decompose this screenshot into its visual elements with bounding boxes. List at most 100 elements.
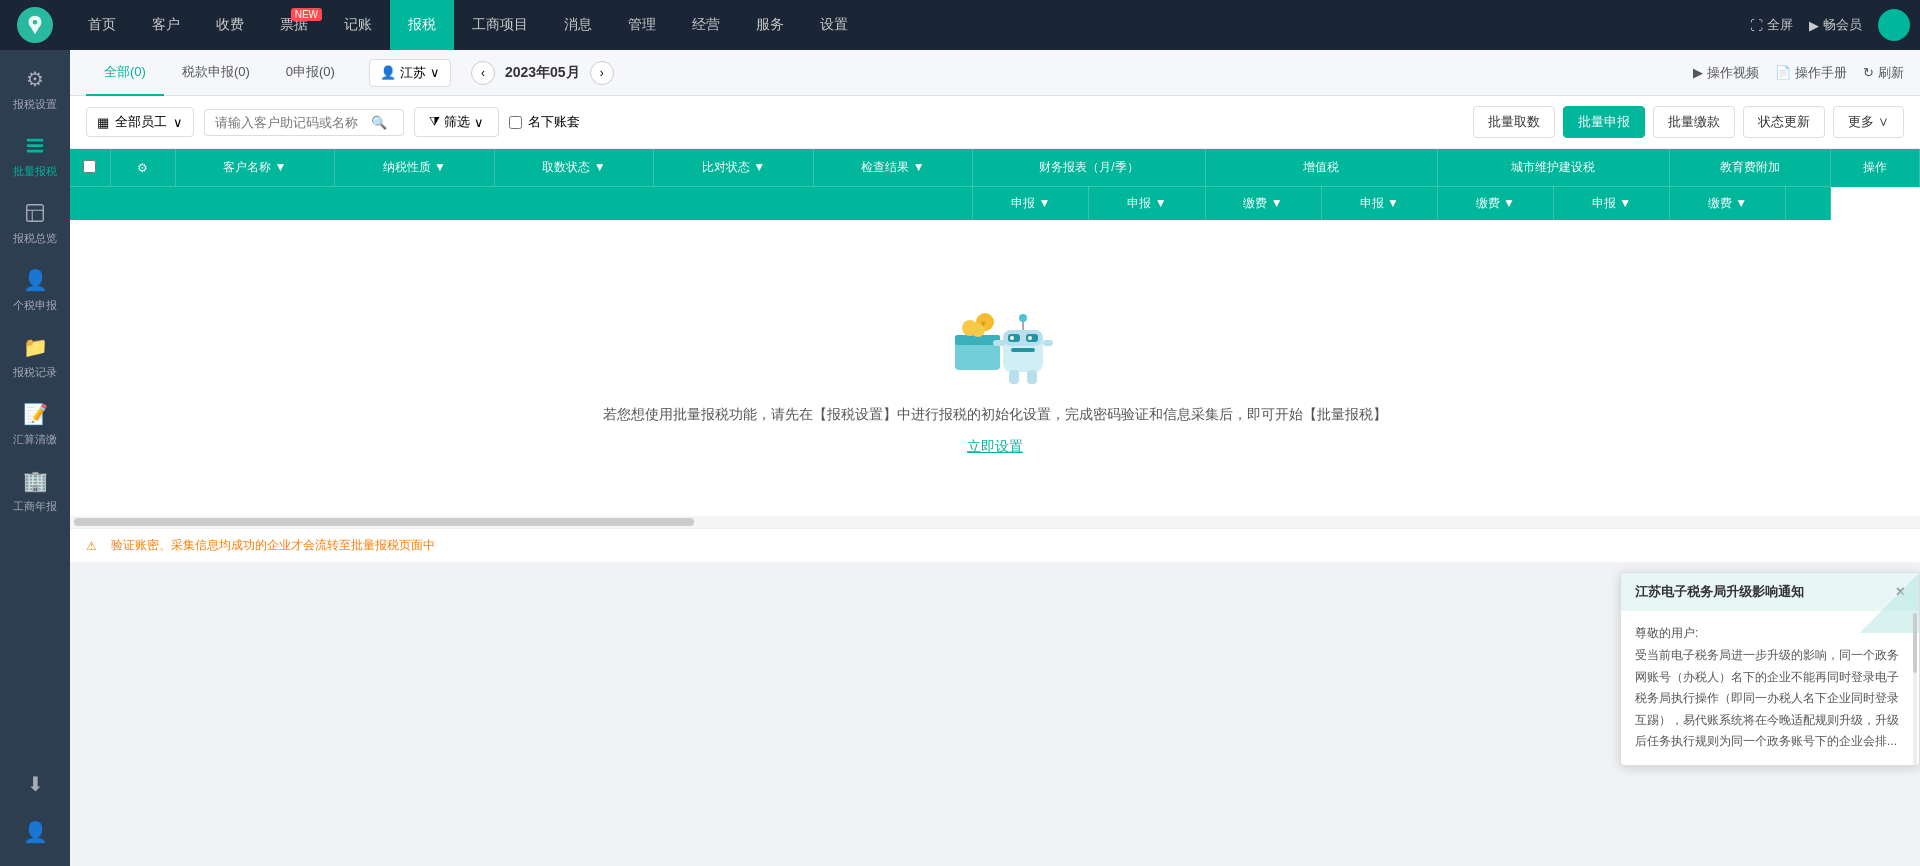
city-report-sub: 申报 ▼: [1321, 187, 1437, 221]
nav-customer[interactable]: 客户: [134, 0, 198, 50]
refresh-link[interactable]: ↻ 刷新: [1863, 64, 1904, 82]
check-result-header: 检查结果 ▼: [813, 149, 973, 187]
edu-tax-header: 教育费附加: [1670, 149, 1831, 187]
fullscreen-button[interactable]: ⛶ 全屏: [1750, 16, 1793, 34]
vat-report-sub: 申报 ▼: [1089, 187, 1205, 221]
account-checkbox[interactable]: [509, 116, 522, 129]
search-input[interactable]: [215, 115, 365, 130]
svg-rect-1: [27, 139, 44, 142]
svg-rect-18: [1028, 336, 1032, 340]
horizontal-scrollbar[interactable]: [70, 516, 1920, 528]
personal-tax-icon: 👤: [21, 266, 49, 294]
svg-rect-4: [27, 205, 44, 222]
region-selector[interactable]: 👤 江苏 ∨: [369, 59, 451, 87]
sub-tabs-bar: 全部(0) 税款申报(0) 0申报(0) 👤 江苏 ∨ ‹ 2023年05月 ›…: [70, 50, 1920, 96]
sidebar-item-personal-tax[interactable]: 👤 个税申报: [0, 256, 70, 323]
notification-scrollbar[interactable]: [1913, 613, 1917, 765]
status-update-button[interactable]: 状态更新: [1743, 106, 1825, 138]
sidebar-item-annual-report[interactable]: 🏢 工商年报: [0, 457, 70, 524]
financial-report-header: 财务报表（月/季）: [973, 149, 1205, 187]
prev-month-button[interactable]: ‹: [471, 61, 495, 85]
nav-invoice[interactable]: 票据 NEW: [262, 0, 326, 50]
scroll-thumb[interactable]: [74, 518, 694, 526]
tax-record-icon: 📁: [21, 333, 49, 361]
batch-fetch-button[interactable]: 批量取数: [1473, 106, 1555, 138]
robot-illustration: ¥: [935, 280, 1055, 400]
sidebar-item-profile[interactable]: 👤: [0, 808, 70, 856]
nav-operation[interactable]: 经营: [674, 0, 738, 50]
svg-rect-23: [1043, 340, 1053, 346]
annual-report-icon: 🏢: [21, 467, 49, 495]
batch-report-button[interactable]: 批量申报: [1563, 106, 1645, 138]
sidebar-item-batch-tax[interactable]: 批量报税: [0, 122, 70, 189]
data-table: ⚙ 客户名称 ▼ 纳税性质 ▼ 取数状态 ▼ 比对状态 ▼ 检查结果 ▼: [70, 149, 1920, 528]
user-avatar[interactable]: [1878, 9, 1910, 41]
city-pay-sub: 缴费 ▼: [1437, 187, 1553, 221]
svg-point-0: [33, 20, 38, 25]
next-month-button[interactable]: ›: [590, 61, 614, 85]
fullscreen-icon: ⛶: [1750, 18, 1763, 33]
sidebar-item-download[interactable]: ⬇: [0, 760, 70, 808]
tab-tax-report[interactable]: 税款申报(0): [164, 50, 268, 96]
table-sub-header-row: 申报 ▼ 申报 ▼ 缴费 ▼ 申报 ▼ 缴费 ▼ 申报 ▼ 缴费 ▼: [70, 187, 1920, 221]
warning-icon: ⚠: [86, 539, 97, 553]
account-checkbox-label[interactable]: 名下账套: [509, 113, 580, 131]
nav-settings[interactable]: 设置: [802, 0, 866, 50]
document-icon: 📄: [1775, 65, 1791, 80]
sidebar-item-tax-overview[interactable]: 报税总览: [0, 189, 70, 256]
sidebar-item-tax-settings[interactable]: ⚙ 报税设置: [0, 55, 70, 122]
sidebar-item-annual-settle[interactable]: 📝 汇算清缴: [0, 390, 70, 457]
table-header-row: ⚙ 客户名称 ▼ 纳税性质 ▼ 取数状态 ▼ 比对状态 ▼ 检查结果 ▼: [70, 149, 1920, 187]
tab-all[interactable]: 全部(0): [86, 50, 164, 96]
app-logo[interactable]: [10, 0, 60, 50]
nav-message[interactable]: 消息: [546, 0, 610, 50]
top-nav-right: ⛶ 全屏 ▶ 畅会员: [1750, 9, 1910, 41]
financial-report-sub: 申报 ▼: [973, 187, 1089, 221]
profile-icon: 👤: [21, 818, 49, 846]
edu-report-sub: 申报 ▼: [1553, 187, 1669, 221]
nav-tax[interactable]: 报税: [390, 0, 454, 50]
top-navigation: 首页 客户 收费 票据 NEW 记账 报税 工商项目 消息 管理 经营 服务 设…: [0, 0, 1920, 50]
user-icon: 👤: [380, 65, 396, 80]
refresh-icon: ↻: [1863, 65, 1874, 80]
setup-link[interactable]: 立即设置: [967, 438, 1023, 456]
table-icon: ▦: [97, 115, 109, 130]
manual-link[interactable]: 📄 操作手册: [1775, 64, 1847, 82]
batch-pay-button[interactable]: 批量缴款: [1653, 106, 1735, 138]
filter-button[interactable]: ⧩ 筛选 ∨: [414, 107, 499, 137]
sidebar-bottom: ⬇ 👤: [0, 760, 70, 866]
svg-rect-17: [1010, 336, 1014, 340]
play-icon: ▶: [1693, 65, 1703, 80]
new-badge: NEW: [291, 8, 322, 21]
fetch-status-header: 取数状态 ▼: [494, 149, 654, 187]
settings-column-header: ⚙: [110, 149, 175, 187]
sub-tabs-actions: ▶ 操作视频 📄 操作手册 ↻ 刷新: [1693, 64, 1904, 82]
member-button[interactable]: ▶ 畅会员: [1809, 16, 1862, 34]
more-button[interactable]: 更多 ∨: [1833, 106, 1904, 138]
customer-name-header: 客户名称 ▼: [175, 149, 335, 187]
checkbox-column-header: [70, 149, 110, 187]
nav-home[interactable]: 首页: [70, 0, 134, 50]
employee-selector[interactable]: ▦ 全部员工 ∨: [86, 107, 194, 137]
nav-billing[interactable]: 收费: [198, 0, 262, 50]
tab-zero-report[interactable]: 0申报(0): [268, 50, 353, 96]
tax-overview-icon: [21, 199, 49, 227]
search-icon: 🔍: [371, 115, 387, 130]
nav-accounting[interactable]: 记账: [326, 0, 390, 50]
svg-rect-19: [1011, 348, 1035, 352]
nav-manage[interactable]: 管理: [610, 0, 674, 50]
edu-pay-sub: 缴费 ▼: [1670, 187, 1786, 221]
sidebar-item-tax-record[interactable]: 📁 报税记录: [0, 323, 70, 390]
action-header: 操作: [1831, 149, 1920, 187]
filter-icon: ⧩: [429, 114, 440, 130]
nav-service[interactable]: 服务: [738, 0, 802, 50]
city-tax-header: 城市维护建设税: [1437, 149, 1669, 187]
svg-point-21: [1019, 314, 1027, 322]
select-all-checkbox[interactable]: [83, 160, 96, 173]
notification-scroll-thumb[interactable]: [1913, 613, 1917, 673]
video-tutorial-link[interactable]: ▶ 操作视频: [1693, 64, 1759, 82]
nav-business[interactable]: 工商项目: [454, 0, 546, 50]
batch-tax-icon: [21, 132, 49, 160]
svg-rect-24: [1009, 370, 1019, 384]
search-box[interactable]: 🔍: [204, 109, 404, 136]
